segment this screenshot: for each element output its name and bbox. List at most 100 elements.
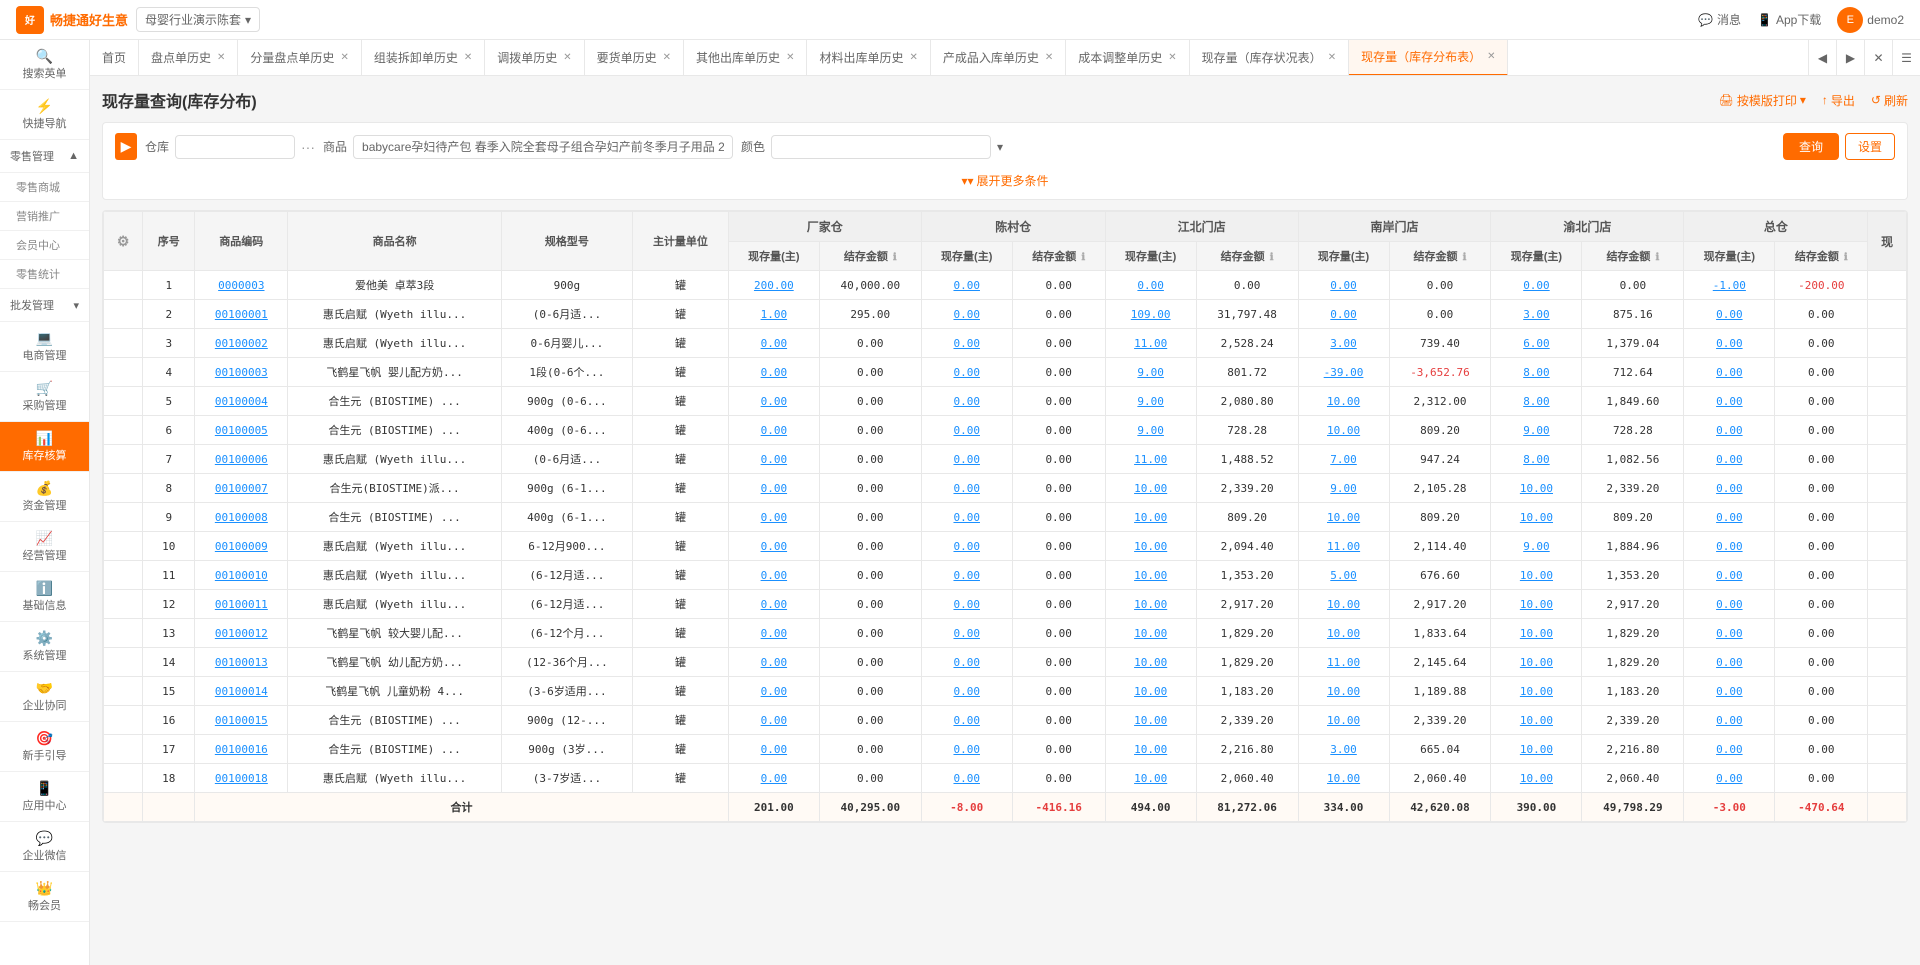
table-cell[interactable]: 0.00 (728, 503, 819, 532)
product-input[interactable] (353, 135, 733, 159)
table-cell[interactable]: 10.00 (1491, 764, 1582, 793)
table-cell[interactable]: 0.00 (1298, 271, 1389, 300)
query-button[interactable]: 查询 (1783, 133, 1839, 160)
table-cell[interactable]: 3.00 (1298, 329, 1389, 358)
table-cell[interactable]: 10.00 (1105, 503, 1196, 532)
table-cell[interactable]: 10.00 (1105, 474, 1196, 503)
table-cell[interactable]: 00100002 (195, 329, 288, 358)
tab-outbound[interactable]: 其他出库单历史 ✕ (684, 40, 807, 76)
table-cell[interactable]: 109.00 (1105, 300, 1196, 329)
table-cell[interactable]: 9.00 (1298, 474, 1389, 503)
table-cell[interactable]: 0.00 (728, 677, 819, 706)
tab-cost-adjust-close[interactable]: ✕ (1168, 52, 1176, 63)
table-cell[interactable]: 10.00 (1491, 474, 1582, 503)
table-cell[interactable]: 10.00 (1298, 387, 1389, 416)
tab-home[interactable]: 首页 (90, 40, 139, 76)
sidebar-item-operations[interactable]: 📈 经营管理 (0, 522, 89, 572)
user-avatar-area[interactable]: E demo2 (1837, 7, 1904, 33)
sidebar-item-ecommerce[interactable]: 💻 电商管理 (0, 322, 89, 372)
table-cell[interactable]: 0.00 (921, 677, 1012, 706)
table-cell[interactable]: 10.00 (1491, 619, 1582, 648)
table-cell[interactable]: 0.00 (728, 764, 819, 793)
table-cell[interactable]: 00100013 (195, 648, 288, 677)
tab-cost-adjust[interactable]: 成本调整单历史 ✕ (1066, 40, 1189, 76)
table-cell[interactable]: 0.00 (1684, 329, 1775, 358)
table-cell[interactable]: 0.00 (728, 387, 819, 416)
table-cell[interactable]: 00100007 (195, 474, 288, 503)
tab-order-close[interactable]: ✕ (663, 52, 671, 63)
sidebar-item-guide[interactable]: 🎯 新手引导 (0, 722, 89, 772)
sidebar-item-members[interactable]: 会员中心 (0, 231, 89, 260)
table-cell[interactable]: 0.00 (1684, 735, 1775, 764)
table-cell[interactable]: 00100015 (195, 706, 288, 735)
table-cell[interactable]: 0.00 (728, 416, 819, 445)
export-btn[interactable]: ↑ 导出 (1822, 92, 1855, 109)
table-cell[interactable]: 0.00 (728, 619, 819, 648)
table-cell[interactable]: 0.00 (921, 271, 1012, 300)
table-cell[interactable]: 0.00 (1684, 387, 1775, 416)
table-cell[interactable]: 0.00 (1684, 561, 1775, 590)
table-cell[interactable]: 0.00 (921, 503, 1012, 532)
table-cell[interactable]: 0.00 (921, 532, 1012, 561)
tab-material-out[interactable]: 材料出库单历史 ✕ (807, 40, 930, 76)
table-cell[interactable]: 0.00 (921, 445, 1012, 474)
table-cell[interactable]: 0.00 (728, 648, 819, 677)
nav-menu-btn[interactable]: ☰ (1892, 40, 1920, 76)
filter-toggle-btn[interactable]: ▶ (115, 133, 137, 160)
table-cell[interactable]: 0.00 (1684, 677, 1775, 706)
table-cell[interactable]: 0.00 (921, 561, 1012, 590)
table-cell[interactable]: 8.00 (1491, 387, 1582, 416)
table-cell[interactable]: 10.00 (1491, 706, 1582, 735)
warehouse-input[interactable] (175, 135, 295, 159)
sidebar-item-appstore[interactable]: 📱 应用中心 (0, 772, 89, 822)
table-cell[interactable]: 00100004 (195, 387, 288, 416)
table-cell[interactable]: 10.00 (1491, 561, 1582, 590)
sidebar-item-system[interactable]: ⚙️ 系统管理 (0, 622, 89, 672)
table-cell[interactable]: 0.00 (728, 358, 819, 387)
table-cell[interactable]: 00100014 (195, 677, 288, 706)
table-cell[interactable]: 10.00 (1491, 677, 1582, 706)
table-cell[interactable]: 0.00 (921, 648, 1012, 677)
table-cell[interactable]: 0000003 (195, 271, 288, 300)
table-cell[interactable]: 0.00 (1684, 300, 1775, 329)
tab-product-in-close[interactable]: ✕ (1045, 52, 1053, 63)
table-cell[interactable]: 10.00 (1298, 590, 1389, 619)
table-cell[interactable]: 8.00 (1491, 445, 1582, 474)
table-cell[interactable]: 10.00 (1298, 764, 1389, 793)
table-cell[interactable]: 0.00 (1491, 271, 1582, 300)
table-cell[interactable]: 9.00 (1105, 358, 1196, 387)
store-selector[interactable]: 母婴行业演示陈套 ▾ (136, 7, 260, 32)
sidebar-item-wechat-work[interactable]: 💬 企业微信 (0, 822, 89, 872)
table-cell[interactable]: 0.00 (1684, 532, 1775, 561)
table-cell[interactable]: 10.00 (1298, 619, 1389, 648)
table-cell[interactable]: 0.00 (921, 416, 1012, 445)
sidebar-item-basic-info[interactable]: ℹ️ 基础信息 (0, 572, 89, 622)
table-cell[interactable]: 9.00 (1105, 416, 1196, 445)
table-cell[interactable]: 10.00 (1105, 706, 1196, 735)
sidebar-item-purchase[interactable]: 🛒 采购管理 (0, 372, 89, 422)
table-cell[interactable]: 8.00 (1491, 358, 1582, 387)
table-cell[interactable]: 10.00 (1105, 561, 1196, 590)
tab-stock-dist[interactable]: 现存量（库存分布表） ✕ (1349, 40, 1508, 76)
tab-outbound-close[interactable]: ✕ (786, 52, 794, 63)
table-cell[interactable]: 10.00 (1105, 619, 1196, 648)
table-cell[interactable]: 10.00 (1105, 735, 1196, 764)
tab-product-in[interactable]: 产成品入库单历史 ✕ (931, 40, 1066, 76)
sidebar-item-search[interactable]: 🔍 搜索英单 (0, 40, 89, 90)
tab-stocktake-close[interactable]: ✕ (217, 52, 225, 63)
table-cell[interactable]: 0.00 (921, 300, 1012, 329)
table-cell[interactable]: 0.00 (1684, 474, 1775, 503)
table-cell[interactable]: 00100001 (195, 300, 288, 329)
tab-stock-status[interactable]: 现存量（库存状况表） ✕ (1190, 40, 1349, 76)
tab-assembly[interactable]: 组装拆卸单历史 ✕ (362, 40, 485, 76)
table-cell[interactable]: 0.00 (728, 445, 819, 474)
table-cell[interactable]: 10.00 (1105, 764, 1196, 793)
table-cell[interactable]: -39.00 (1298, 358, 1389, 387)
table-cell[interactable]: 0.00 (1684, 648, 1775, 677)
table-cell[interactable]: 0.00 (921, 764, 1012, 793)
table-cell[interactable]: 0.00 (1684, 706, 1775, 735)
table-cell[interactable]: 0.00 (1684, 358, 1775, 387)
table-cell[interactable]: 0.00 (728, 561, 819, 590)
table-cell[interactable]: 00100008 (195, 503, 288, 532)
color-input[interactable] (771, 135, 991, 159)
